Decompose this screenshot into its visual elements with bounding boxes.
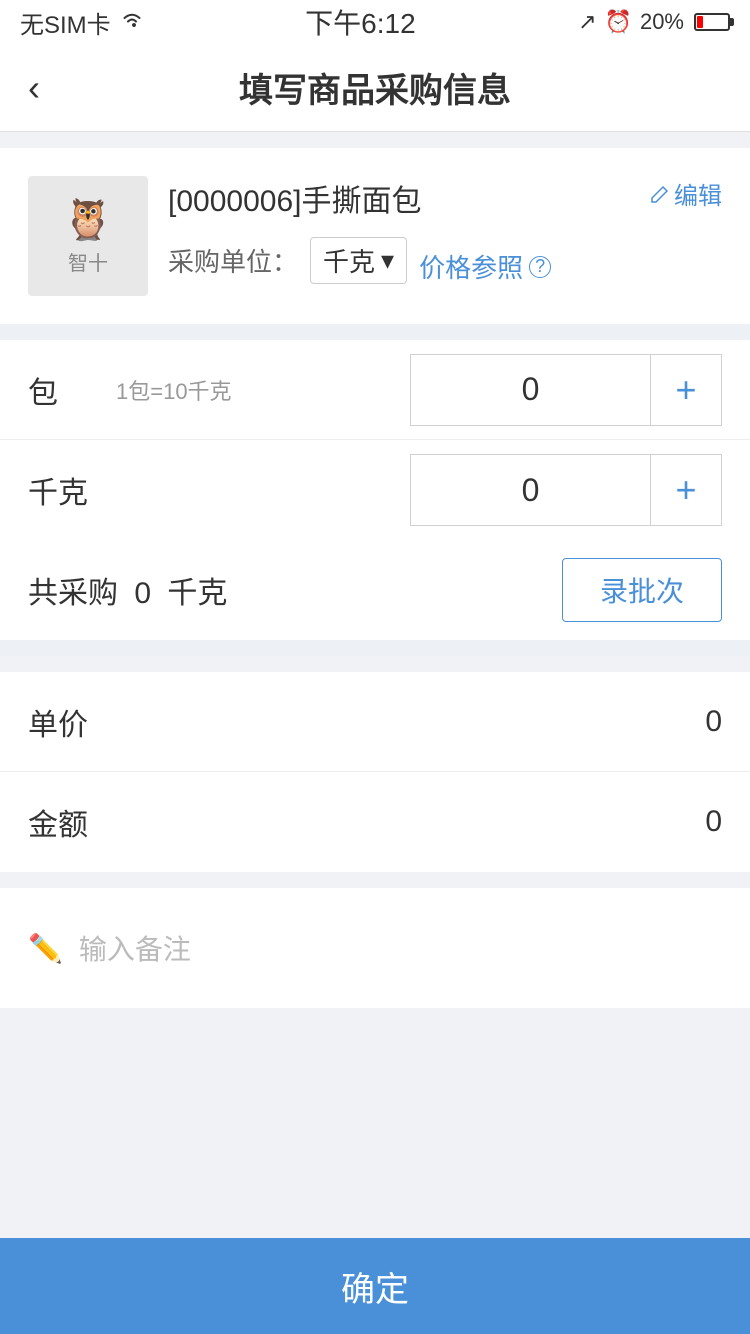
price-ref-help-icon: ?	[529, 256, 551, 278]
status-right: ↗ ⏰ 20%	[578, 9, 730, 35]
input-section: 包 1包=10千克 + 千克 +	[0, 340, 750, 540]
bao-plus-button[interactable]: +	[650, 354, 722, 426]
total-label: 共采购	[28, 577, 118, 610]
page-title: 填写商品采购信息	[239, 63, 511, 112]
kg-plus-button[interactable]: +	[650, 454, 722, 526]
batch-button[interactable]: 录批次	[562, 558, 722, 622]
edit-label: 编辑	[674, 176, 722, 211]
divider-1	[0, 324, 750, 340]
unit-price-row: 单价 0	[0, 672, 750, 772]
product-unit-row: 采购单位： 千克 ▾ 价格参照 ?	[168, 236, 722, 285]
product-info: [0000006]手撕面包 编辑 采购单位： 千克 ▾ 价格参照 ?	[168, 176, 722, 285]
product-card: 🦉 智十 [0000006]手撕面包 编辑 采购单位： 千克 ▾ 价格参照 ?	[0, 148, 750, 324]
edit-button[interactable]: 编辑	[650, 176, 722, 211]
nav-bar: ‹ 填写商品采购信息	[0, 44, 750, 132]
unit-value: 千克	[323, 242, 375, 279]
product-image: 🦉 智十	[28, 176, 148, 296]
dropdown-arrow-icon: ▾	[381, 245, 394, 276]
kg-label: 千克	[28, 468, 108, 512]
unit-dropdown[interactable]: 千克 ▾	[310, 237, 407, 284]
price-ref-label: 价格参照	[419, 248, 523, 285]
price-ref-button[interactable]: 价格参照 ?	[419, 248, 551, 285]
bao-input-right: +	[410, 354, 722, 426]
total-unit: 千克	[167, 577, 227, 610]
amount-value: 0	[705, 805, 722, 839]
product-logo-icon: 🦉	[63, 196, 113, 243]
bao-label: 包	[28, 368, 108, 412]
amount-label: 金额	[28, 800, 88, 844]
status-time: 下午6:12	[305, 2, 416, 42]
unit-label: 采购单位：	[168, 242, 298, 279]
total-section: 共采购 0 千克 录批次	[0, 540, 750, 640]
pencil-icon: ✏️	[28, 932, 63, 965]
kg-input-right: +	[410, 454, 722, 526]
kg-input-row: 千克 +	[0, 440, 750, 540]
alarm-icon: ⏰	[605, 9, 632, 35]
status-bar: 无SIM卡 下午6:12 ↗ ⏰ 20%	[0, 0, 750, 44]
confirm-button[interactable]: 确定	[0, 1238, 750, 1334]
carrier-text: 无SIM卡	[20, 5, 111, 40]
back-button[interactable]: ‹	[28, 67, 40, 109]
price-section: 单价 0 金额 0	[0, 672, 750, 872]
bao-sub: 1包=10千克	[116, 374, 232, 406]
battery-percent: 20%	[640, 9, 684, 35]
amount-row: 金额 0	[0, 772, 750, 872]
divider-2	[0, 640, 750, 656]
product-logo-text: 智十	[68, 247, 108, 276]
bao-input[interactable]	[410, 354, 650, 426]
battery-icon	[694, 13, 730, 31]
unit-price-value: 0	[705, 705, 722, 739]
unit-price-label: 单价	[28, 700, 88, 744]
remark-section[interactable]: ✏️ 输入备注	[0, 888, 750, 1008]
total-amount: 0	[134, 577, 151, 610]
bao-input-row: 包 1包=10千克 +	[0, 340, 750, 440]
location-icon: ↗	[578, 9, 596, 35]
total-text: 共采购 0 千克	[28, 568, 227, 612]
product-name: [0000006]手撕面包	[168, 176, 421, 220]
status-left: 无SIM卡	[20, 5, 143, 40]
remark-placeholder: 输入备注	[79, 928, 191, 968]
wifi-icon	[121, 8, 143, 36]
kg-input[interactable]	[410, 454, 650, 526]
